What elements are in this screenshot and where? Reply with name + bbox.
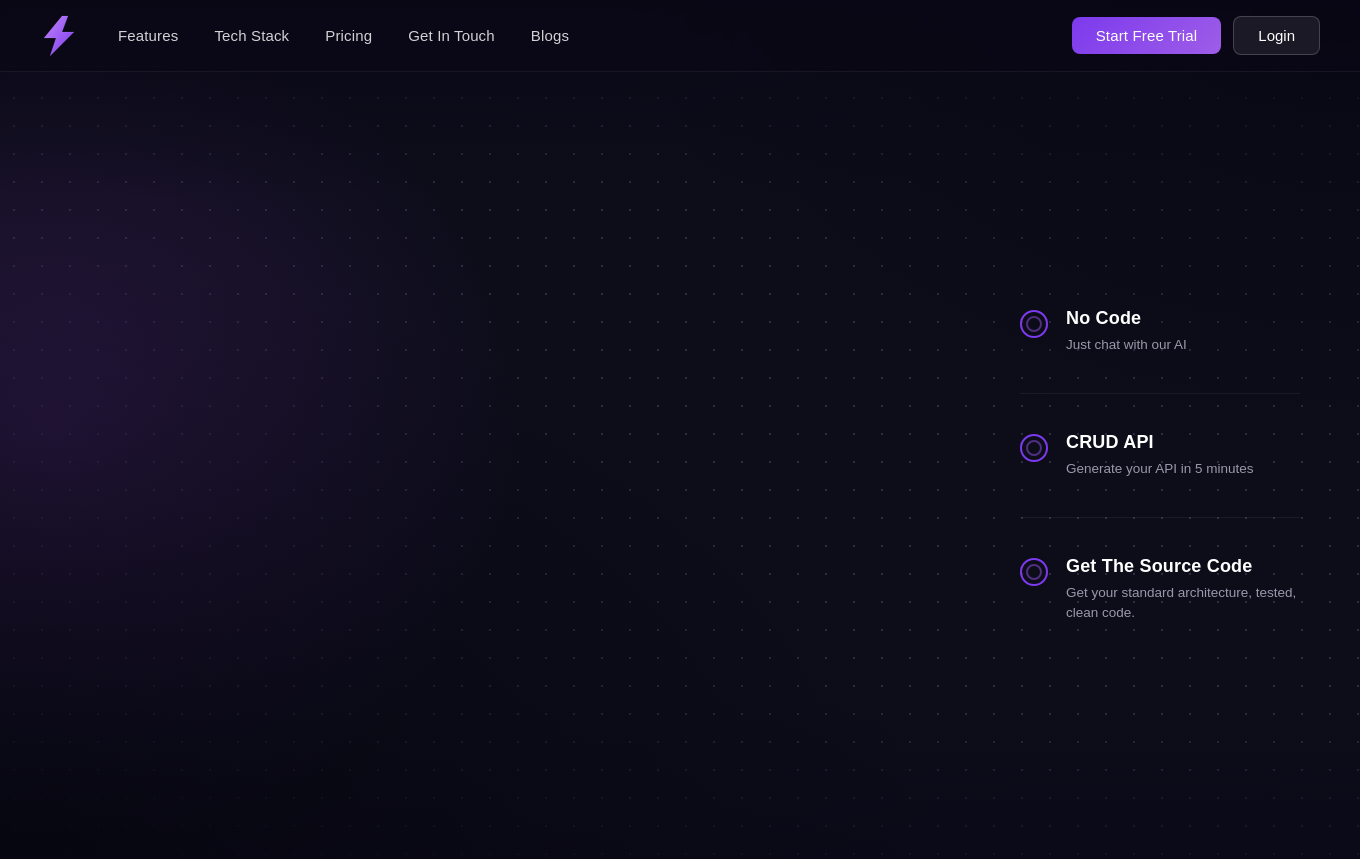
navbar: Features Tech Stack Pricing Get In Touch… <box>0 0 1360 72</box>
login-button[interactable]: Login <box>1233 16 1320 55</box>
nav-item-blogs[interactable]: Blogs <box>531 27 569 45</box>
feature-text-source-code: Get The Source Code Get your standard ar… <box>1066 556 1300 624</box>
source-code-icon <box>1020 558 1048 586</box>
crud-api-icon <box>1020 434 1048 462</box>
nav-item-features[interactable]: Features <box>118 27 178 45</box>
feature-item-no-code: No Code Just chat with our AI <box>1020 270 1300 393</box>
main-content: No Code Just chat with our AI CRUD API G… <box>0 72 1360 859</box>
nav-item-tech-stack[interactable]: Tech Stack <box>214 27 289 45</box>
nav-right: Start Free Trial Login <box>1072 16 1320 55</box>
feature-desc-crud-api: Generate your API in 5 minutes <box>1066 459 1254 479</box>
nav-item-pricing[interactable]: Pricing <box>325 27 372 45</box>
feature-title-no-code: No Code <box>1066 308 1187 329</box>
feature-item-source-code: Get The Source Code Get your standard ar… <box>1020 517 1300 662</box>
logo-icon <box>40 14 78 58</box>
feature-title-source-code: Get The Source Code <box>1066 556 1300 577</box>
left-panel <box>0 72 1000 859</box>
nav-links: Features Tech Stack Pricing Get In Touch… <box>118 27 569 45</box>
feature-text-crud-api: CRUD API Generate your API in 5 minutes <box>1066 432 1254 479</box>
nav-item-get-in-touch[interactable]: Get In Touch <box>408 27 495 45</box>
feature-desc-no-code: Just chat with our AI <box>1066 335 1187 355</box>
no-code-icon <box>1020 310 1048 338</box>
feature-text-no-code: No Code Just chat with our AI <box>1066 308 1187 355</box>
feature-desc-source-code: Get your standard architecture, tested, … <box>1066 583 1300 624</box>
feature-item-crud-api: CRUD API Generate your API in 5 minutes <box>1020 393 1300 517</box>
nav-left: Features Tech Stack Pricing Get In Touch… <box>40 14 569 58</box>
feature-list: No Code Just chat with our AI CRUD API G… <box>1000 72 1360 859</box>
feature-title-crud-api: CRUD API <box>1066 432 1254 453</box>
start-free-trial-button[interactable]: Start Free Trial <box>1072 17 1222 54</box>
logo[interactable] <box>40 14 78 58</box>
